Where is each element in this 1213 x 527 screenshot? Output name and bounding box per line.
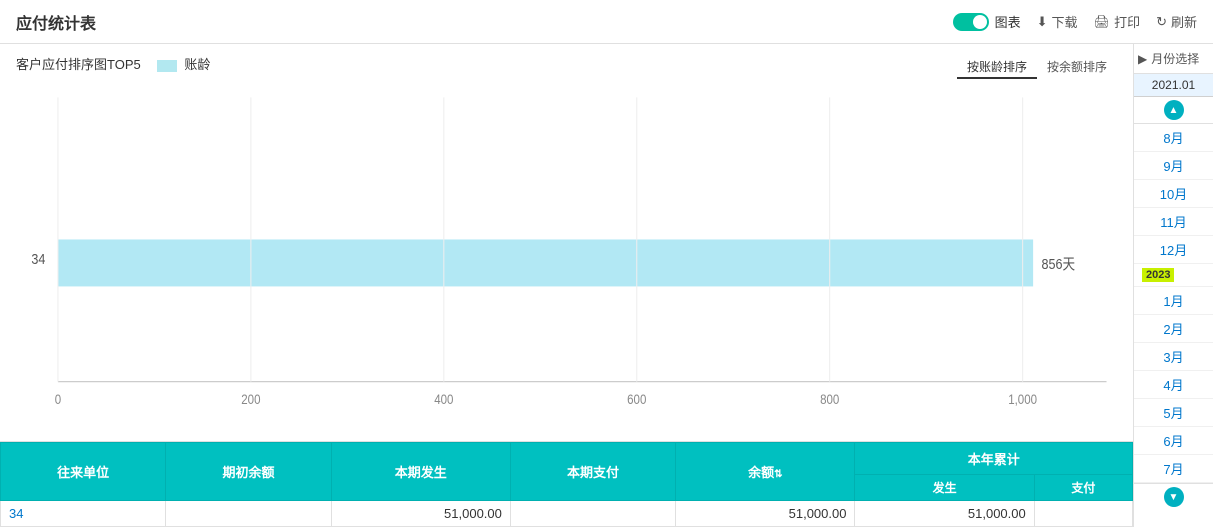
svg-text:600: 600 bbox=[627, 392, 646, 407]
header-actions: 图表 ⬇ 下载 🖨 打印 ↻ 刷新 bbox=[953, 12, 1197, 31]
cell-unit[interactable]: 34 bbox=[1, 501, 166, 527]
svg-text:0: 0 bbox=[55, 392, 61, 407]
cell-balance: 51,000.00 bbox=[676, 501, 855, 527]
chart-svg: 34 856天 0 200 400 600 800 1,000 bbox=[16, 85, 1117, 431]
svg-text:34: 34 bbox=[31, 251, 45, 267]
data-table-section: 往来单位 期初余额 本期发生 本期支付 余额⇅ 本年累计 发生 支付 bbox=[0, 441, 1133, 527]
month-item-12[interactable]: 12月 bbox=[1134, 236, 1213, 264]
month-item-7[interactable]: 7月 bbox=[1134, 455, 1213, 483]
col-balance: 余额⇅ bbox=[676, 443, 855, 501]
col-payment: 本期支付 bbox=[510, 443, 675, 501]
month-item-10[interactable]: 10月 bbox=[1134, 180, 1213, 208]
chart-toggle[interactable] bbox=[953, 13, 989, 31]
refresh-label: 刷新 bbox=[1171, 12, 1197, 31]
chart-sort-buttons: 按账龄排序 按余额排序 bbox=[957, 56, 1117, 79]
chart-body: 34 856天 0 200 400 600 800 1,000 bbox=[16, 85, 1117, 431]
table-wrapper: 往来单位 期初余额 本期发生 本期支付 余额⇅ 本年累计 发生 支付 bbox=[0, 442, 1133, 527]
col-opening: 期初余额 bbox=[166, 443, 331, 501]
page-title: 应付统计表 bbox=[16, 10, 96, 34]
col-unit: 往来单位 bbox=[1, 443, 166, 501]
col-ytd: 本年累计 bbox=[855, 443, 1133, 475]
chart-legend: 客户应付排序图TOP5 账龄 bbox=[16, 54, 210, 73]
year-2023-row: 2023 bbox=[1134, 264, 1213, 287]
print-button[interactable]: 🖨 打印 bbox=[1094, 12, 1141, 31]
cell-ytd-occurrence: 51,000.00 bbox=[855, 501, 1034, 527]
year-badge: 2023 bbox=[1142, 268, 1174, 282]
summary-table: 往来单位 期初余额 本期发生 本期支付 余额⇅ 本年累计 发生 支付 bbox=[0, 442, 1133, 527]
col-ytd-payment: 支付 bbox=[1034, 475, 1132, 501]
legend-label: 客户应付排序图TOP5 bbox=[16, 54, 141, 73]
print-icon: 🖨 bbox=[1094, 14, 1111, 30]
cell-payment bbox=[510, 501, 675, 527]
month-selector: ▲ 8月 9月 10月 11月 12月 2023 1月 2月 3月 4月 5月 bbox=[1134, 74, 1213, 527]
download-label: 下载 bbox=[1052, 12, 1078, 31]
print-label: 打印 bbox=[1114, 12, 1140, 31]
month-item-4[interactable]: 4月 bbox=[1134, 371, 1213, 399]
cell-occurrence: 51,000.00 bbox=[331, 501, 510, 527]
month-item-2[interactable]: 2月 bbox=[1134, 315, 1213, 343]
svg-text:1,000: 1,000 bbox=[1008, 392, 1037, 407]
month-year-input[interactable] bbox=[1134, 74, 1213, 97]
month-item-3[interactable]: 3月 bbox=[1134, 343, 1213, 371]
right-panel: ▶ 月份选择 ▲ 8月 9月 10月 11月 12月 2023 1月 bbox=[1133, 44, 1213, 527]
legend-color-label: 账龄 bbox=[184, 57, 210, 72]
download-icon: ⬇ bbox=[1037, 14, 1048, 30]
svg-text:856天: 856天 bbox=[1042, 256, 1076, 272]
month-item-1[interactable]: 1月 bbox=[1134, 287, 1213, 315]
refresh-icon: ↻ bbox=[1156, 14, 1167, 30]
chart-toggle-group[interactable]: 图表 bbox=[953, 12, 1021, 31]
month-prev-button[interactable]: ▲ bbox=[1164, 100, 1184, 120]
col-occurrence: 本期发生 bbox=[331, 443, 510, 501]
month-nav-down: ▼ bbox=[1134, 483, 1213, 510]
month-item-8[interactable]: 8月 bbox=[1134, 124, 1213, 152]
right-panel-header[interactable]: ▶ 月份选择 bbox=[1134, 44, 1213, 74]
chevron-right-icon: ▶ bbox=[1138, 52, 1147, 66]
sort-by-age-button[interactable]: 按账龄排序 bbox=[957, 56, 1037, 79]
month-item-9[interactable]: 9月 bbox=[1134, 152, 1213, 180]
month-next-button[interactable]: ▼ bbox=[1164, 487, 1184, 507]
month-nav-up: ▲ bbox=[1134, 97, 1213, 124]
month-item-5[interactable]: 5月 bbox=[1134, 399, 1213, 427]
refresh-button[interactable]: ↻ 刷新 bbox=[1156, 12, 1197, 31]
download-button[interactable]: ⬇ 下载 bbox=[1037, 12, 1078, 31]
chart-toggle-label: 图表 bbox=[995, 12, 1021, 31]
svg-text:200: 200 bbox=[241, 392, 260, 407]
month-selector-label: 月份选择 bbox=[1151, 50, 1199, 67]
col-ytd-occurrence: 发生 bbox=[855, 475, 1034, 501]
legend-color-box: 账龄 bbox=[157, 54, 211, 73]
month-list: 8月 9月 10月 11月 12月 2023 1月 2月 3月 4月 5月 6月… bbox=[1134, 124, 1213, 483]
table-row: 34 51,000.00 51,000.00 51,000.00 bbox=[1, 501, 1133, 527]
month-item-6[interactable]: 6月 bbox=[1134, 427, 1213, 455]
svg-text:400: 400 bbox=[434, 392, 453, 407]
sort-by-balance-button[interactable]: 按余额排序 bbox=[1037, 56, 1117, 79]
cell-opening bbox=[166, 501, 331, 527]
month-item-11[interactable]: 11月 bbox=[1134, 208, 1213, 236]
svg-text:800: 800 bbox=[820, 392, 839, 407]
cell-ytd-payment bbox=[1034, 501, 1132, 527]
